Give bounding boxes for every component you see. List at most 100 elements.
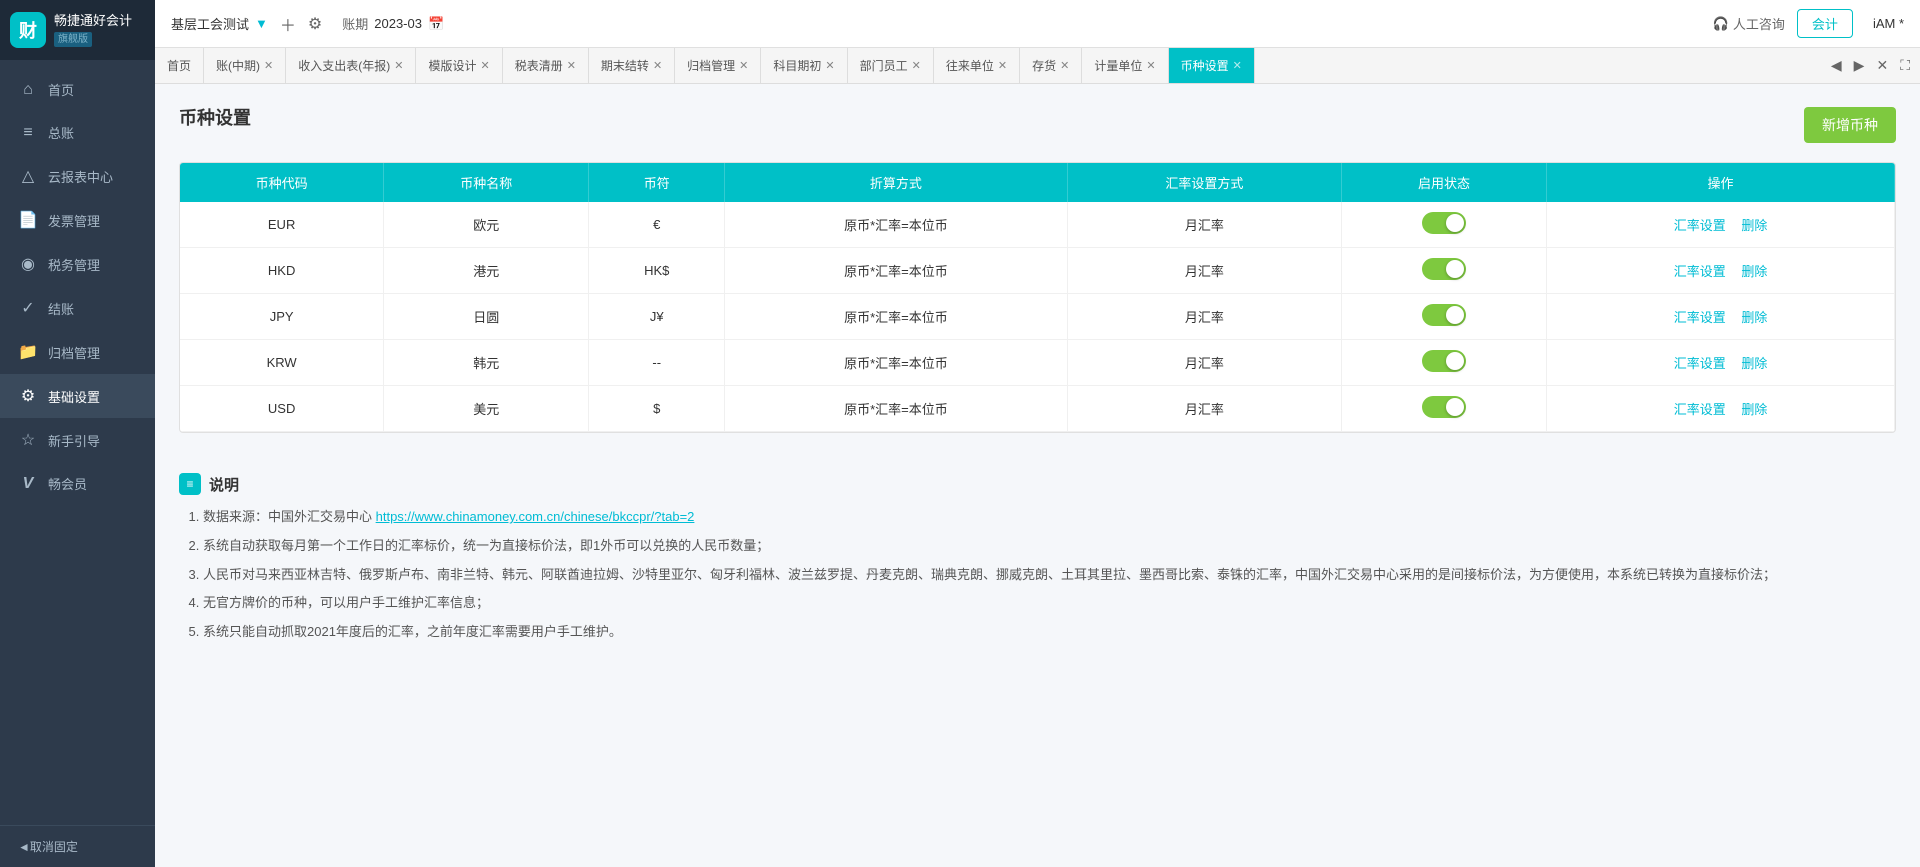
cell-rate-type: 月汇率 bbox=[1067, 294, 1341, 340]
cell-actions: 汇率设置 删除 bbox=[1547, 248, 1895, 294]
tab-label: 期末结转 bbox=[601, 57, 649, 74]
delete-link[interactable]: 删除 bbox=[1741, 356, 1767, 371]
sidebar-item-tax[interactable]: ◉ 税务管理 bbox=[0, 242, 155, 286]
delete-link[interactable]: 删除 bbox=[1741, 264, 1767, 279]
calendar-icon[interactable]: 📅 bbox=[428, 16, 444, 32]
rate-setting-link[interactable]: 汇率设置 bbox=[1674, 310, 1726, 325]
sidebar-collapse-btn[interactable]: ◄取消固定 bbox=[0, 825, 155, 867]
sidebar-item-reports[interactable]: △ 云报表中心 bbox=[0, 154, 155, 198]
close-icon[interactable]: ✕ bbox=[264, 59, 273, 72]
tab-fullscreen-btn[interactable]: ⛶ bbox=[1896, 55, 1914, 76]
cell-name: 欧元 bbox=[384, 202, 589, 248]
tab-department[interactable]: 部门员工 ✕ bbox=[848, 48, 934, 84]
tab-period-close[interactable]: 期末结转 ✕ bbox=[589, 48, 675, 84]
cell-enabled bbox=[1341, 202, 1546, 248]
tab-income-annual[interactable]: 收入支出表(年报) ✕ bbox=[286, 48, 416, 84]
cell-rate-type: 月汇率 bbox=[1067, 340, 1341, 386]
ledger-icon: ≡ bbox=[18, 124, 38, 142]
sidebar-item-label: 云报表中心 bbox=[48, 167, 113, 186]
toggle-thumb bbox=[1446, 306, 1464, 324]
tab-label: 模版设计 bbox=[428, 57, 476, 74]
toggle-enabled[interactable] bbox=[1422, 212, 1466, 234]
notes-icon: ≡ bbox=[179, 473, 201, 495]
tab-close-btn[interactable]: ✕ bbox=[1872, 55, 1892, 76]
company-selector[interactable]: 基层工会测试 ▼ bbox=[171, 14, 268, 33]
sidebar-item-label: 总账 bbox=[48, 123, 74, 142]
notes-list: 数据来源：中国外汇交易中心 https://www.chinamoney.com… bbox=[179, 507, 1896, 643]
user-role-btn[interactable]: 会计 bbox=[1797, 9, 1853, 38]
cell-enabled bbox=[1341, 340, 1546, 386]
close-icon[interactable]: ✕ bbox=[912, 59, 921, 72]
period-selector: 账期 2023-03 📅 bbox=[342, 14, 444, 33]
sidebar-item-member[interactable]: V 畅会员 bbox=[0, 462, 155, 505]
cell-symbol: -- bbox=[589, 340, 725, 386]
sidebar-item-archive[interactable]: 📁 归档管理 bbox=[0, 330, 155, 374]
tabbar: 首页 账(中期) ✕ 收入支出表(年报) ✕ 模版设计 ✕ 税表清册 ✕ 期末结… bbox=[155, 48, 1920, 84]
tab-template-design[interactable]: 模版设计 ✕ bbox=[416, 48, 502, 84]
col-header-calc: 折算方式 bbox=[725, 163, 1068, 202]
tab-unit[interactable]: 计量单位 ✕ bbox=[1082, 48, 1168, 84]
tab-label: 税表清册 bbox=[515, 57, 563, 74]
close-icon[interactable]: ✕ bbox=[825, 59, 834, 72]
tab-mid-account[interactable]: 账(中期) ✕ bbox=[204, 48, 286, 84]
company-name: 基层工会测试 bbox=[171, 14, 249, 33]
sidebar-item-settings[interactable]: ⚙ 基础设置 bbox=[0, 374, 155, 418]
toggle-enabled[interactable] bbox=[1422, 258, 1466, 280]
toggle-enabled[interactable] bbox=[1422, 396, 1466, 418]
table-row: USD 美元 $ 原币*汇率=本位币 月汇率 汇率设置 删除 bbox=[180, 386, 1895, 432]
tab-prev-btn[interactable]: ◀ bbox=[1827, 55, 1846, 76]
tab-currency[interactable]: 币种设置 ✕ bbox=[1169, 48, 1255, 84]
sidebar-item-invoice[interactable]: 📄 发票管理 bbox=[0, 198, 155, 242]
cell-rate-type: 月汇率 bbox=[1067, 202, 1341, 248]
headset-icon: 🎧 bbox=[1713, 16, 1729, 32]
rate-setting-link[interactable]: 汇率设置 bbox=[1674, 356, 1726, 371]
toggle-track bbox=[1422, 212, 1466, 234]
tab-label: 账(中期) bbox=[216, 57, 260, 74]
close-icon[interactable]: ✕ bbox=[480, 59, 489, 72]
chinamoney-link[interactable]: https://www.chinamoney.com.cn/chinese/bk… bbox=[376, 509, 695, 524]
sidebar-item-checkout[interactable]: ✓ 结账 bbox=[0, 286, 155, 330]
delete-link[interactable]: 删除 bbox=[1741, 310, 1767, 325]
notes-item: 无官方牌价的币种，可以用户手工维护汇率信息； bbox=[203, 593, 1896, 614]
close-icon[interactable]: ✕ bbox=[1146, 59, 1155, 72]
toggle-enabled[interactable] bbox=[1422, 304, 1466, 326]
sidebar-item-ledger[interactable]: ≡ 总账 bbox=[0, 111, 155, 154]
tab-archive[interactable]: 归档管理 ✕ bbox=[675, 48, 761, 84]
close-icon[interactable]: ✕ bbox=[739, 59, 748, 72]
notes-item: 人民币对马来西亚林吉特、俄罗斯卢布、南非兰特、韩元、阿联酋迪拉姆、沙特里亚尔、匈… bbox=[203, 565, 1896, 586]
delete-link[interactable]: 删除 bbox=[1741, 402, 1767, 417]
delete-link[interactable]: 删除 bbox=[1741, 218, 1767, 233]
tab-next-btn[interactable]: ▶ bbox=[1850, 55, 1869, 76]
sidebar-item-label: 新手引导 bbox=[48, 431, 100, 450]
toggle-enabled[interactable] bbox=[1422, 350, 1466, 372]
rate-setting-link[interactable]: 汇率设置 bbox=[1674, 264, 1726, 279]
close-icon[interactable]: ✕ bbox=[567, 59, 576, 72]
sidebar-item-home[interactable]: ⌂ 首页 bbox=[0, 68, 155, 111]
add-company-btn[interactable]: ＋ bbox=[280, 12, 296, 36]
close-icon[interactable]: ✕ bbox=[998, 59, 1007, 72]
close-icon[interactable]: ✕ bbox=[653, 59, 662, 72]
cell-name: 韩元 bbox=[384, 340, 589, 386]
tab-tax-form[interactable]: 税表清册 ✕ bbox=[503, 48, 589, 84]
company-dropdown-icon[interactable]: ▼ bbox=[255, 16, 268, 31]
tab-label: 存货 bbox=[1032, 57, 1056, 74]
cell-code: USD bbox=[180, 386, 384, 432]
close-icon[interactable]: ✕ bbox=[1060, 59, 1069, 72]
tab-subject-init[interactable]: 科目期初 ✕ bbox=[761, 48, 847, 84]
rate-setting-link[interactable]: 汇率设置 bbox=[1674, 402, 1726, 417]
close-icon[interactable]: ✕ bbox=[394, 59, 403, 72]
tab-contacts[interactable]: 往来单位 ✕ bbox=[934, 48, 1020, 84]
cell-rate-type: 月汇率 bbox=[1067, 386, 1341, 432]
company-settings-icon[interactable]: ⚙ bbox=[308, 14, 322, 34]
tab-inventory[interactable]: 存货 ✕ bbox=[1020, 48, 1082, 84]
table-row: JPY 日圆 J¥ 原币*汇率=本位币 月汇率 汇率设置 删除 bbox=[180, 294, 1895, 340]
cell-code: EUR bbox=[180, 202, 384, 248]
toggle-track bbox=[1422, 350, 1466, 372]
rate-setting-link[interactable]: 汇率设置 bbox=[1674, 218, 1726, 233]
help-btn[interactable]: 🎧 人工咨询 bbox=[1713, 14, 1785, 33]
tab-home[interactable]: 首页 bbox=[155, 48, 204, 84]
new-currency-btn[interactable]: 新增币种 bbox=[1804, 107, 1896, 143]
sidebar-item-guide[interactable]: ☆ 新手引导 bbox=[0, 418, 155, 462]
close-icon[interactable]: ✕ bbox=[1233, 59, 1242, 72]
cell-enabled bbox=[1341, 248, 1546, 294]
